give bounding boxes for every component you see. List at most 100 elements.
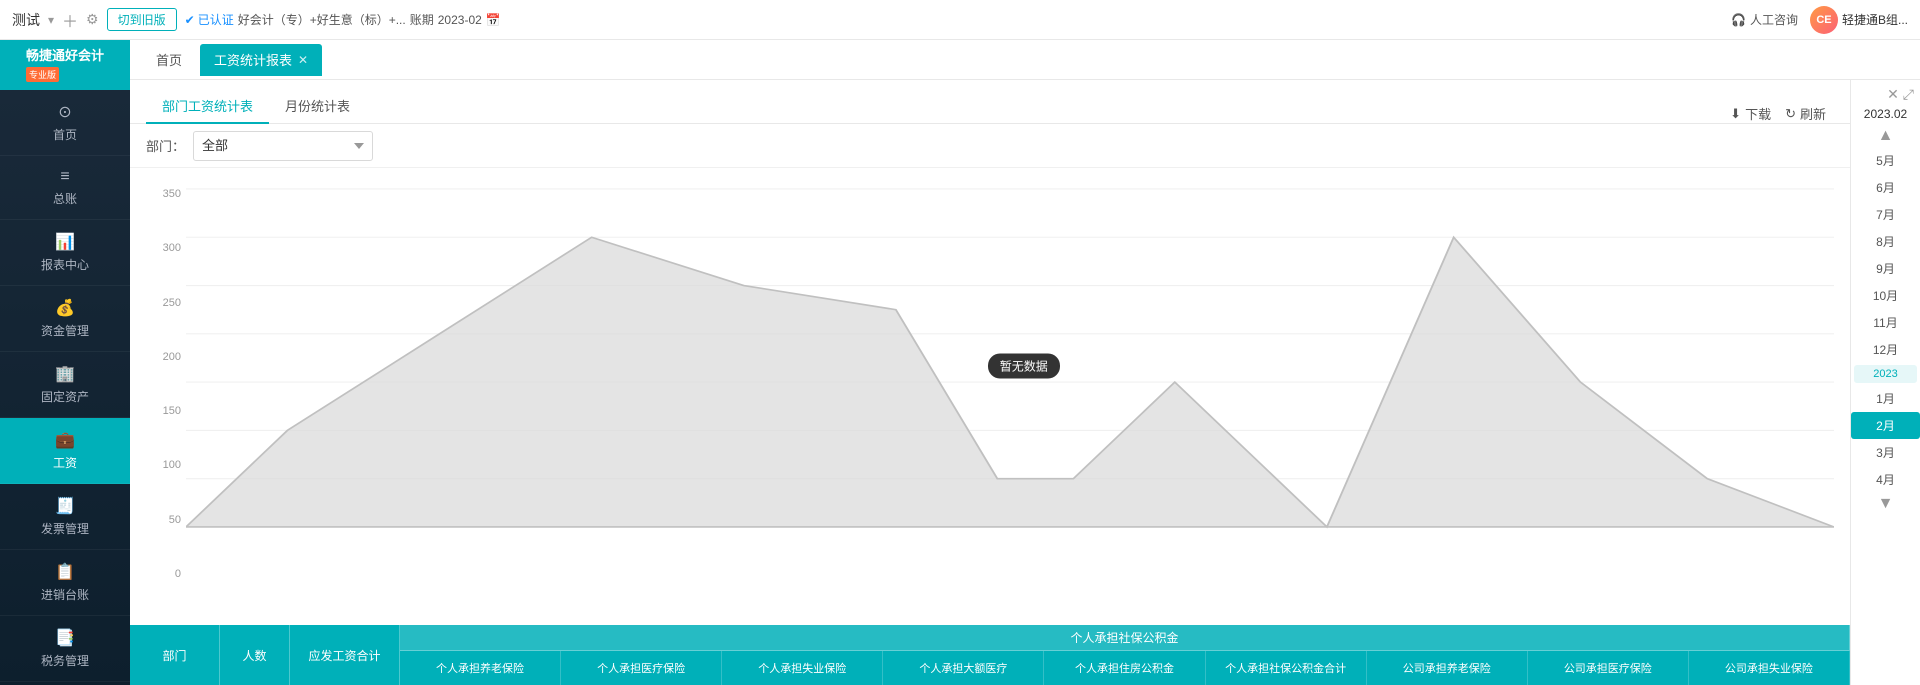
month-2-active[interactable]: 2月 — [1851, 412, 1920, 439]
calendar-icon[interactable]: 📅 — [486, 13, 501, 27]
sub-tabs: 部门工资统计表 月份统计表 ⬇ 下载 ↻ 刷新 — [130, 80, 1850, 124]
sidebar-label-reports: 报表中心 — [41, 256, 89, 273]
tab-close-icon[interactable]: ✕ — [298, 53, 308, 67]
chart-container: 350 300 250 200 150 100 50 0 — [146, 178, 1834, 625]
avatar: CE — [1810, 6, 1838, 34]
sub-tab-dept[interactable]: 部门工资统计表 — [146, 88, 269, 124]
close-panel-icon[interactable]: ✕ — [1887, 86, 1899, 103]
sidebar-item-sales-ledger[interactable]: 📋 进销台账 — [0, 550, 130, 616]
dept-select[interactable]: 全部 财务部 销售部 研发部 — [193, 131, 373, 161]
nav-down-icon[interactable]: ▼ — [1851, 493, 1920, 515]
y-label-200: 200 — [146, 351, 181, 363]
month-9[interactable]: 9月 — [1851, 255, 1920, 282]
tab-salary-report-label: 工资统计报表 — [214, 50, 292, 69]
sub-col-unemployment: 个人承担失业保险 — [722, 651, 883, 685]
sidebar-label-home: 首页 — [53, 126, 77, 143]
download-button[interactable]: ⬇ 下载 — [1730, 104, 1771, 123]
sidebar-item-home[interactable]: ⊙ 首页 — [0, 90, 130, 156]
tab-home[interactable]: 首页 — [142, 44, 196, 76]
month-11[interactable]: 11月 — [1851, 309, 1920, 336]
reports-icon: 📊 — [55, 232, 75, 252]
month-4[interactable]: 4月 — [1851, 466, 1920, 493]
chart-svg — [186, 178, 1834, 595]
sidebar-item-ledger[interactable]: ≡ 总账 — [0, 156, 130, 220]
sub-col-company-medical: 公司承担医疗保险 — [1528, 651, 1689, 685]
sub-col-company-pension: 公司承担养老保险 — [1367, 651, 1528, 685]
sub-col-company-unemployment: 公司承担失业保险 — [1689, 651, 1850, 685]
sidebar-item-reports[interactable]: 📊 报表中心 — [0, 220, 130, 286]
y-label-250: 250 — [146, 297, 181, 309]
service-button[interactable]: 🎧 人工咨询 — [1731, 11, 1798, 28]
sidebar-label-finance: 资金管理 — [41, 322, 89, 339]
salary-icon: 💼 — [55, 430, 75, 450]
gear-icon[interactable]: ⚙ — [86, 11, 99, 28]
tab-salary-report[interactable]: 工资统计报表 ✕ — [200, 44, 322, 76]
tab-home-label: 首页 — [156, 50, 182, 69]
content-area: 首页 工资统计报表 ✕ 部门工资统计表 月份统计表 — [130, 40, 1920, 685]
sales-ledger-icon: 📋 — [55, 562, 75, 582]
home-icon: ⊙ — [58, 102, 71, 122]
sidebar-label-tax: 税务管理 — [41, 652, 89, 669]
sub-col-housing-fund: 个人承担住房公积金 — [1044, 651, 1205, 685]
period-label: 账期 — [410, 11, 434, 28]
header-right: 🎧 人工咨询 CE 轻捷通B组... — [1731, 6, 1908, 34]
month-10[interactable]: 10月 — [1851, 282, 1920, 309]
month-12[interactable]: 12月 — [1851, 336, 1920, 363]
sidebar: 畅捷通好会计 专业版 ⊙ 首页 ≡ 总账 📊 报表中心 💰 资金管理 🏢 固定资… — [0, 40, 130, 685]
top-header: 测试 ▾ ＋ ⚙ 切到旧版 ✔ 已认证 好会计（专）+好生意（标）+... 账期… — [0, 0, 1920, 40]
ledger-icon: ≡ — [60, 168, 69, 186]
nav-up-icon[interactable]: ▲ — [1851, 125, 1920, 147]
header-left: 测试 ▾ ＋ ⚙ 切到旧版 ✔ 已认证 好会计（专）+好生意（标）+... 账期… — [12, 8, 1723, 32]
month-3[interactable]: 3月 — [1851, 439, 1920, 466]
sidebar-item-finance[interactable]: 💰 资金管理 — [0, 286, 130, 352]
user-button[interactable]: CE 轻捷通B组... — [1810, 6, 1908, 34]
month-8[interactable]: 8月 — [1851, 228, 1920, 255]
logo-badge: 专业版 — [26, 67, 59, 82]
sidebar-item-tax[interactable]: 📑 税务管理 — [0, 616, 130, 682]
certified-icon: ✔ — [185, 13, 195, 27]
add-tab-button[interactable]: ＋ — [62, 8, 78, 32]
year-label: 2023.02 — [1851, 103, 1920, 125]
month-6[interactable]: 6月 — [1851, 174, 1920, 201]
toolbar-actions: ⬇ 下载 ↻ 刷新 — [1730, 104, 1834, 123]
report-panel: 部门工资统计表 月份统计表 ⬇ 下载 ↻ 刷新 — [130, 80, 1850, 685]
month-7[interactable]: 7月 — [1851, 201, 1920, 228]
sidebar-label-sales-ledger: 进销台账 — [41, 586, 89, 603]
sidebar-item-invoice[interactable]: 🧾 发票管理 — [0, 484, 130, 550]
y-label-0: 0 — [146, 568, 181, 580]
download-icon: ⬇ — [1730, 106, 1741, 122]
expand-panel-icon[interactable]: ⤢ — [1903, 86, 1914, 103]
assets-icon: 🏢 — [55, 364, 75, 384]
invoice-icon: 🧾 — [55, 496, 75, 516]
month-5[interactable]: 5月 — [1851, 147, 1920, 174]
table-col-dept: 部门 — [130, 625, 220, 685]
sub-col-medical: 个人承担医疗保险 — [561, 651, 722, 685]
sidebar-item-salary[interactable]: 💼 工资 — [0, 418, 130, 484]
y-axis-labels: 350 300 250 200 150 100 50 0 — [146, 188, 181, 580]
sidebar-logo: 畅捷通好会计 专业版 — [0, 40, 130, 90]
sidebar-item-assets[interactable]: 🏢 固定资产 — [0, 352, 130, 418]
extra-tags: 好会计（专）+好生意（标）+... — [238, 11, 406, 28]
header-title: 测试 — [12, 10, 40, 30]
toolbar-left: 部门： 全部 财务部 销售部 研发部 — [146, 131, 373, 161]
refresh-icon: ↻ — [1785, 106, 1796, 122]
table-col-count: 人数 — [220, 625, 290, 685]
y-label-50: 50 — [146, 514, 181, 526]
chart-area: 350 300 250 200 150 100 50 0 — [130, 168, 1850, 625]
tax-icon: 📑 — [55, 628, 75, 648]
bottom-table-header: 部门 人数 应发工资合计 个人承担社保公积金 个人承担养老保险 — [130, 625, 1850, 685]
table-col-total: 应发工资合计 — [290, 625, 400, 685]
sub-tab-month[interactable]: 月份统计表 — [269, 88, 366, 124]
right-sidebar-controls: ✕ ⤢ — [1851, 80, 1920, 103]
toolbar: 部门： 全部 财务部 销售部 研发部 — [130, 124, 1850, 168]
switch-old-button[interactable]: 切到旧版 — [107, 8, 177, 31]
y-label-100: 100 — [146, 459, 181, 471]
month-1[interactable]: 1月 — [1851, 385, 1920, 412]
sub-col-total-social: 个人承担社保公积金合计 — [1206, 651, 1367, 685]
finance-icon: 💰 — [55, 298, 75, 318]
certified-tag: ✔ 已认证 — [185, 11, 234, 28]
refresh-button[interactable]: ↻ 刷新 — [1785, 104, 1826, 123]
headset-icon: 🎧 — [1731, 13, 1746, 27]
chevron-down-icon[interactable]: ▾ — [48, 13, 54, 27]
group-subs: 个人承担养老保险 个人承担医疗保险 个人承担失业保险 个人承担大额医疗 — [400, 651, 1850, 685]
